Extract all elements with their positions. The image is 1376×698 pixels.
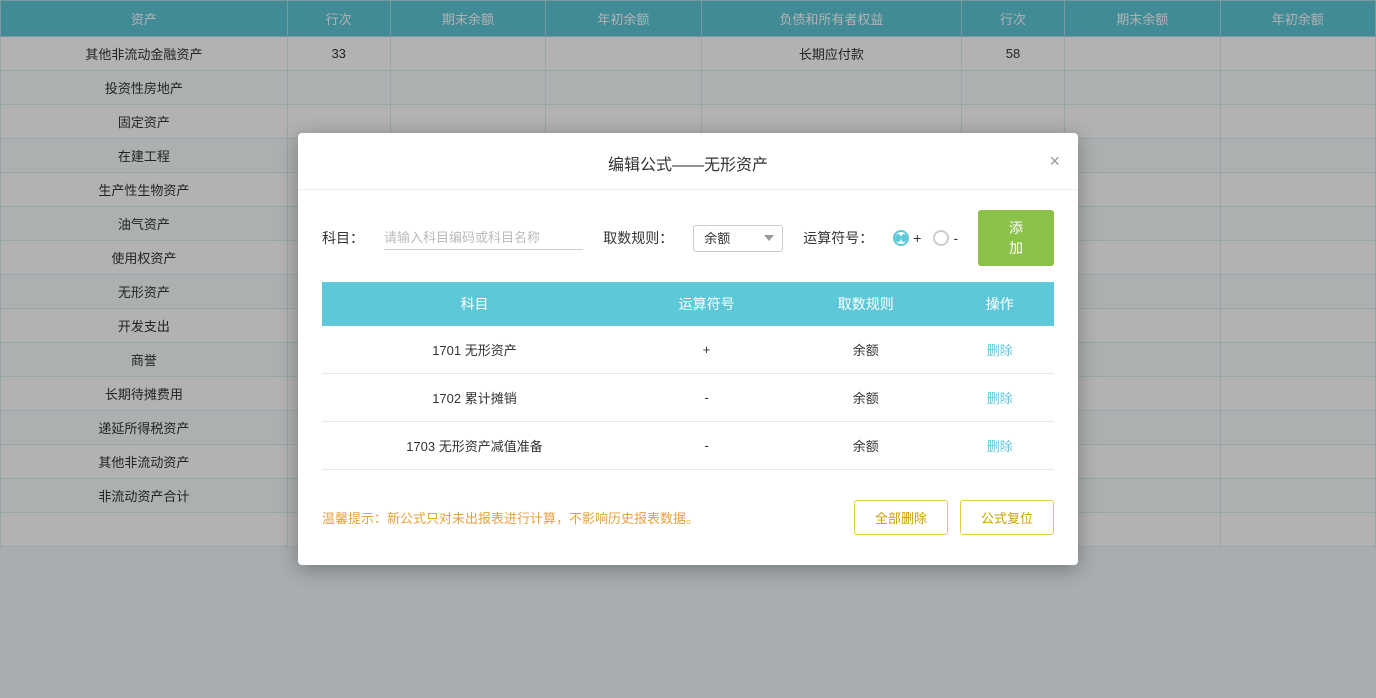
operator-plus-label: + (913, 230, 921, 246)
th-operator: 运算符号 (627, 282, 786, 326)
row3-delete-link[interactable]: 删除 (987, 439, 1013, 454)
modal-overlay: 编辑公式——无形资产 × 科目： 取数规则： 余额 借方 贷方 借方发生额 贷方… (0, 0, 1376, 698)
modal-header: 编辑公式——无形资产 × (298, 133, 1078, 190)
th-action: 操作 (945, 282, 1054, 326)
row1-rule: 余额 (786, 326, 945, 374)
row1-operator: + (627, 326, 786, 374)
row2-delete-link[interactable]: 删除 (987, 391, 1013, 406)
row2-operator: - (627, 374, 786, 422)
modal-title: 编辑公式——无形资产 (608, 157, 768, 174)
row1-subject: 1701 无形资产 (322, 326, 627, 374)
operator-plus-radio[interactable]: + (893, 230, 921, 246)
radio-circle-minus (933, 230, 949, 246)
operator-minus-label: - (953, 230, 958, 246)
add-button[interactable]: 添加 (978, 210, 1054, 266)
reset-formula-button[interactable]: 公式复位 (960, 500, 1054, 535)
footer-tip: 温馨提示：新公式只对未出报表进行计算，不影响历史报表数据。 (322, 508, 854, 527)
th-rule: 取数规则 (786, 282, 945, 326)
row3-subject: 1703 无形资产减值准备 (322, 422, 627, 470)
row1-action: 删除 (945, 326, 1054, 374)
row3-rule: 余额 (786, 422, 945, 470)
modal-footer: 温馨提示：新公式只对未出报表进行计算，不影响历史报表数据。 全部删除 公式复位 (298, 480, 1078, 535)
subject-input[interactable] (384, 226, 583, 250)
table-row: 1702 累计摊销 - 余额 删除 (322, 374, 1054, 422)
formula-table-wrap: 科目 运算符号 取数规则 操作 1701 无形资产 + 余额 删除 (298, 282, 1078, 470)
row2-subject: 1702 累计摊销 (322, 374, 627, 422)
table-row: 1701 无形资产 + 余额 删除 (322, 326, 1054, 374)
th-subject: 科目 (322, 282, 627, 326)
operator-label: 运算符号： (803, 228, 873, 248)
close-button[interactable]: × (1049, 152, 1060, 170)
delete-all-button[interactable]: 全部删除 (854, 500, 948, 535)
operator-radio-group: + - (893, 230, 958, 246)
row3-operator: - (627, 422, 786, 470)
formula-table: 科目 运算符号 取数规则 操作 1701 无形资产 + 余额 删除 (322, 282, 1054, 470)
row2-rule: 余额 (786, 374, 945, 422)
footer-buttons: 全部删除 公式复位 (854, 500, 1054, 535)
rule-label: 取数规则： (603, 228, 673, 248)
rule-select[interactable]: 余额 借方 贷方 借方发生额 贷方发生额 (693, 225, 783, 252)
rule-select-wrap: 余额 借方 贷方 借方发生额 贷方发生额 (693, 225, 783, 252)
row3-action: 删除 (945, 422, 1054, 470)
row1-delete-link[interactable]: 删除 (987, 343, 1013, 358)
row2-action: 删除 (945, 374, 1054, 422)
table-row: 1703 无形资产减值准备 - 余额 删除 (322, 422, 1054, 470)
operator-minus-radio[interactable]: - (933, 230, 958, 246)
subject-label: 科目： (322, 228, 364, 248)
formula-form: 科目： 取数规则： 余额 借方 贷方 借方发生额 贷方发生额 运算符号： (298, 190, 1078, 282)
edit-formula-modal: 编辑公式——无形资产 × 科目： 取数规则： 余额 借方 贷方 借方发生额 贷方… (298, 133, 1078, 565)
radio-circle-plus (893, 230, 909, 246)
